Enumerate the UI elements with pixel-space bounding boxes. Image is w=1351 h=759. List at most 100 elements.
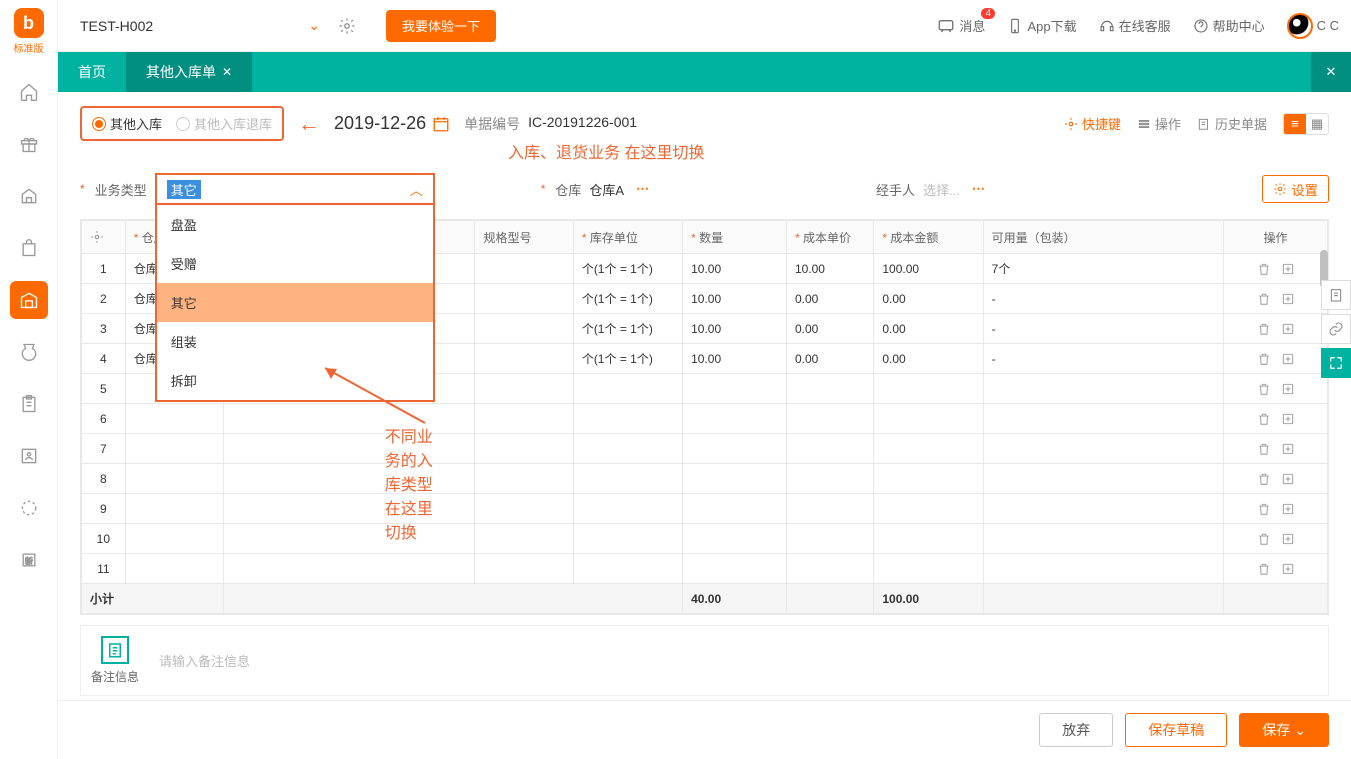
- cell-amount[interactable]: [874, 554, 983, 584]
- add-row-icon[interactable]: [1281, 352, 1295, 366]
- cell-qty[interactable]: [683, 494, 787, 524]
- biztype-select[interactable]: 其它 ︿: [155, 173, 435, 205]
- cell-spec[interactable]: [475, 434, 573, 464]
- cell-amount[interactable]: 0.00: [874, 344, 983, 374]
- cell-warehouse[interactable]: [125, 524, 223, 554]
- delete-row-icon[interactable]: [1257, 322, 1271, 336]
- user-menu[interactable]: C C: [1287, 13, 1339, 39]
- cell-item[interactable]: [224, 464, 475, 494]
- add-row-icon[interactable]: [1281, 412, 1295, 426]
- table-gear-header[interactable]: [82, 221, 126, 254]
- cell-price[interactable]: [786, 464, 873, 494]
- tab-other-inbound[interactable]: 其他入库单 ✕: [126, 52, 252, 92]
- table-row[interactable]: 11: [82, 554, 1328, 584]
- add-row-icon[interactable]: [1281, 532, 1295, 546]
- cell-unit[interactable]: 个(1个 = 1个): [573, 254, 682, 284]
- cell-price[interactable]: 0.00: [786, 314, 873, 344]
- rail-link-icon[interactable]: [1321, 314, 1351, 344]
- table-row[interactable]: 10: [82, 524, 1328, 554]
- cell-amount[interactable]: [874, 404, 983, 434]
- delete-row-icon[interactable]: [1257, 562, 1271, 576]
- add-row-icon[interactable]: [1281, 292, 1295, 306]
- messages-link[interactable]: 消息 4: [937, 16, 985, 35]
- close-icon[interactable]: ✕: [222, 65, 232, 79]
- cell-qty[interactable]: [683, 524, 787, 554]
- handler-field[interactable]: 经手人 选择... ⋯: [876, 180, 986, 199]
- add-row-icon[interactable]: [1281, 472, 1295, 486]
- dropdown-item[interactable]: 受赠: [157, 244, 433, 283]
- cell-qty[interactable]: 10.00: [683, 254, 787, 284]
- cell-item[interactable]: [224, 434, 475, 464]
- cell-qty[interactable]: 10.00: [683, 314, 787, 344]
- rail-note-icon[interactable]: [1321, 280, 1351, 310]
- cell-unit[interactable]: [573, 554, 682, 584]
- delete-row-icon[interactable]: [1257, 292, 1271, 306]
- cell-amount[interactable]: [874, 524, 983, 554]
- cell-amount[interactable]: 100.00: [874, 254, 983, 284]
- delete-row-icon[interactable]: [1257, 382, 1271, 396]
- cell-qty[interactable]: [683, 434, 787, 464]
- dropdown-item[interactable]: 盘盈: [157, 205, 433, 244]
- warehouse-field[interactable]: * 仓库 仓库A ⋯: [541, 180, 650, 199]
- cell-price[interactable]: 0.00: [786, 284, 873, 314]
- cell-unit[interactable]: [573, 524, 682, 554]
- nav-cycle-icon[interactable]: [10, 489, 48, 527]
- save-button[interactable]: 保存 ⌄: [1239, 713, 1329, 747]
- cell-spec[interactable]: [475, 554, 573, 584]
- cell-amount[interactable]: [874, 494, 983, 524]
- dropdown-item[interactable]: 组装: [157, 322, 433, 361]
- add-row-icon[interactable]: [1281, 562, 1295, 576]
- nav-person-icon[interactable]: [10, 437, 48, 475]
- cell-warehouse[interactable]: [125, 434, 223, 464]
- discard-button[interactable]: 放弃: [1039, 713, 1113, 747]
- cell-item[interactable]: [224, 554, 475, 584]
- nav-clipboard-icon[interactable]: [10, 385, 48, 423]
- delete-row-icon[interactable]: [1257, 532, 1271, 546]
- cell-price[interactable]: [786, 434, 873, 464]
- app-download-link[interactable]: App下载: [1007, 16, 1076, 35]
- nav-home-icon[interactable]: [10, 73, 48, 111]
- rail-expand-icon[interactable]: [1321, 348, 1351, 378]
- cell-unit[interactable]: 个(1个 = 1个): [573, 284, 682, 314]
- operations-link[interactable]: 操作: [1137, 114, 1181, 133]
- add-row-icon[interactable]: [1281, 442, 1295, 456]
- try-button[interactable]: 我要体验一下: [386, 10, 496, 42]
- history-link[interactable]: 历史单据: [1197, 114, 1267, 133]
- gear-icon[interactable]: [338, 17, 356, 35]
- remark-input[interactable]: 请输入备注信息: [151, 643, 1318, 678]
- cell-qty[interactable]: [683, 374, 787, 404]
- table-row[interactable]: 7: [82, 434, 1328, 464]
- cell-spec[interactable]: [475, 404, 573, 434]
- view-grid-button[interactable]: ▦: [1306, 114, 1328, 134]
- settings-button[interactable]: 设置: [1262, 175, 1329, 203]
- cell-item[interactable]: [224, 524, 475, 554]
- radio-other-return[interactable]: 其他入库退库: [176, 114, 272, 133]
- cell-price[interactable]: [786, 524, 873, 554]
- cell-amount[interactable]: [874, 434, 983, 464]
- hotkey-link[interactable]: 快捷键: [1064, 114, 1121, 133]
- add-row-icon[interactable]: [1281, 322, 1295, 336]
- cell-price[interactable]: [786, 494, 873, 524]
- calendar-icon[interactable]: [432, 115, 450, 133]
- help-link[interactable]: 帮助中心: [1193, 16, 1265, 35]
- cell-price[interactable]: [786, 374, 873, 404]
- table-row[interactable]: 8: [82, 464, 1328, 494]
- table-row[interactable]: 9: [82, 494, 1328, 524]
- delete-row-icon[interactable]: [1257, 352, 1271, 366]
- cell-spec[interactable]: [475, 464, 573, 494]
- cell-spec[interactable]: [475, 524, 573, 554]
- cell-warehouse[interactable]: [125, 494, 223, 524]
- cell-spec[interactable]: [475, 374, 573, 404]
- delete-row-icon[interactable]: [1257, 262, 1271, 276]
- cell-price[interactable]: 0.00: [786, 344, 873, 374]
- cell-price[interactable]: [786, 554, 873, 584]
- cell-amount[interactable]: 0.00: [874, 314, 983, 344]
- cell-price[interactable]: [786, 404, 873, 434]
- add-row-icon[interactable]: [1281, 382, 1295, 396]
- cell-unit[interactable]: [573, 404, 682, 434]
- add-row-icon[interactable]: [1281, 262, 1295, 276]
- ellipsis-icon[interactable]: ⋯: [972, 181, 986, 197]
- cell-amount[interactable]: [874, 374, 983, 404]
- cell-qty[interactable]: [683, 464, 787, 494]
- customer-service-link[interactable]: 在线客服: [1099, 16, 1171, 35]
